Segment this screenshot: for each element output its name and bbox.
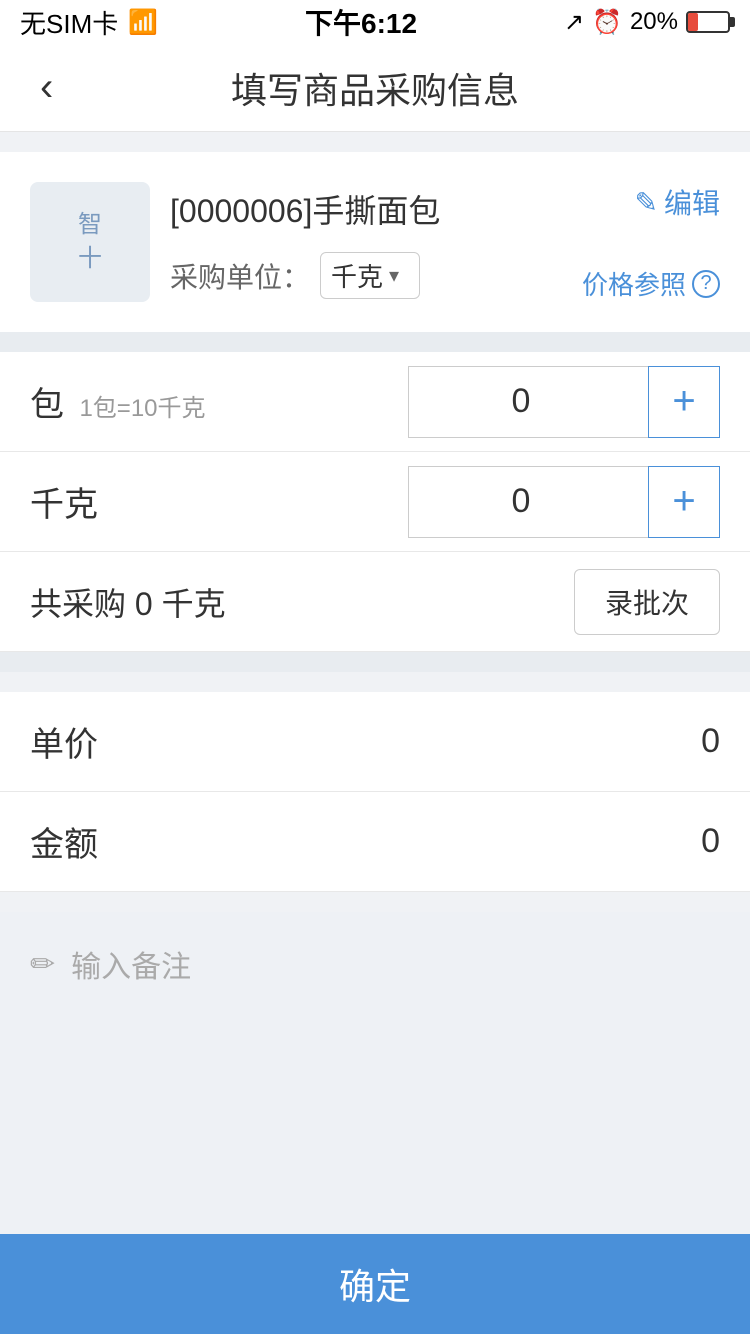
remark-section[interactable]: ✏ 输入备注 <box>0 912 750 1016</box>
bao-input-wrapper: + <box>408 366 720 438</box>
price-ref-button[interactable]: 价格参照 ? <box>582 265 720 302</box>
wifi-icon: 📶 <box>128 8 158 37</box>
nav-bar: ‹ 填写商品采购信息 <box>0 44 750 132</box>
status-time: 下午6:12 <box>305 2 417 42</box>
summary-text: 共采购 0 千克 <box>30 579 226 625</box>
location-icon: ↗ <box>564 8 584 37</box>
edit-button[interactable]: ✎ 编辑 <box>635 182 720 222</box>
quantity-row-kg: 千克 + <box>0 452 750 552</box>
status-left: 无SIM卡 📶 <box>20 4 158 41</box>
edit-icon: ✎ <box>635 186 658 219</box>
alarm-icon: ⏰ <box>592 8 622 37</box>
unit-price-label: 单价 <box>30 717 98 766</box>
quantity-row-bao: 包 1包=10千克 + <box>0 352 750 452</box>
kg-input[interactable] <box>408 466 648 538</box>
unit-price-value: 0 <box>701 722 720 761</box>
product-image: 智 十 <box>30 182 150 302</box>
bao-sub-label: 1包=10千克 <box>79 395 205 422</box>
bao-plus-button[interactable]: + <box>648 366 720 438</box>
pencil-icon: ✏ <box>30 947 55 982</box>
confirm-button[interactable]: 确定 <box>0 1234 750 1334</box>
status-right: ↗ ⏰ 20% <box>564 8 730 37</box>
back-button[interactable]: ‹ <box>30 55 63 120</box>
amount-row: 金额 0 <box>0 792 750 892</box>
status-bar: 无SIM卡 📶 下午6:12 ↗ ⏰ 20% <box>0 0 750 44</box>
record-batch-button[interactable]: 录批次 <box>574 569 720 635</box>
amount-value: 0 <box>701 822 720 861</box>
battery-icon <box>686 11 730 33</box>
price-ref-label: 价格参照 <box>582 265 686 302</box>
amount-label: 金额 <box>30 817 98 866</box>
edit-label: 编辑 <box>664 182 720 222</box>
unit-value: 千克 <box>331 257 383 294</box>
bao-label: 包 1包=10千克 <box>30 377 408 426</box>
page-title: 填写商品采购信息 <box>231 62 519 114</box>
help-icon: ? <box>692 270 720 298</box>
bao-input[interactable] <box>408 366 648 438</box>
unit-label: 采购单位： <box>170 256 310 296</box>
quantity-section: 包 1包=10千克 + 千克 + <box>0 352 750 552</box>
battery-fill <box>688 13 698 31</box>
kg-label: 千克 <box>30 477 408 526</box>
remark-placeholder: 输入备注 <box>71 942 191 986</box>
unit-select[interactable]: 千克 ▾ <box>320 252 420 299</box>
kg-input-wrapper: + <box>408 466 720 538</box>
carrier-text: 无SIM卡 <box>20 4 118 41</box>
kg-plus-button[interactable]: + <box>648 466 720 538</box>
product-logo: 智 十 <box>78 208 102 275</box>
dropdown-arrow-icon: ▾ <box>389 263 399 288</box>
product-card: 智 十 [0000006]手撕面包 采购单位： 千克 ▾ ✎ 编辑 价格参照 ? <box>0 152 750 332</box>
summary-row: 共采购 0 千克 录批次 <box>0 552 750 652</box>
price-section: 单价 0 金额 0 <box>0 692 750 892</box>
section-divider-1 <box>0 332 750 352</box>
battery-percent: 20% <box>630 8 678 36</box>
section-divider-2 <box>0 652 750 672</box>
unit-price-row: 单价 0 <box>0 692 750 792</box>
